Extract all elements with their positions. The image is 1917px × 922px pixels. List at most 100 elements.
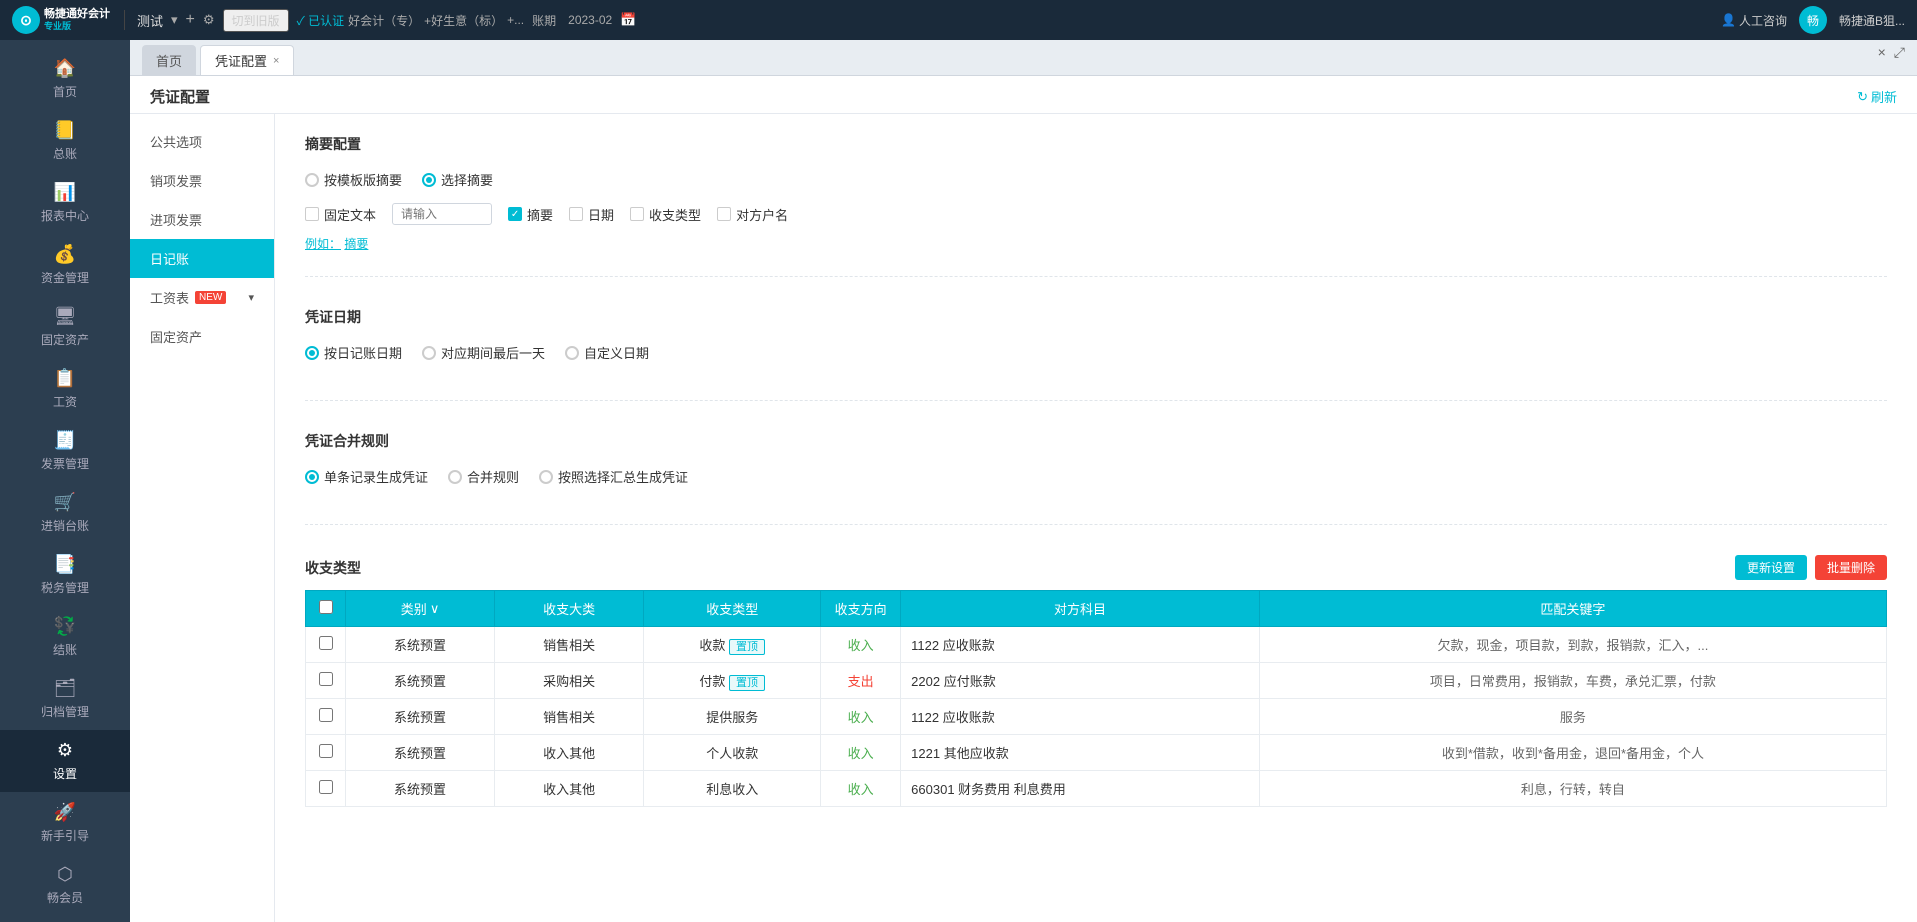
settings-sidebar-icon: ⚙ bbox=[57, 740, 73, 761]
sidebar-item-fund[interactable]: 💰 资金管理 bbox=[0, 234, 130, 296]
radio-single[interactable]: 单条记录生成凭证 bbox=[305, 467, 428, 486]
nav-label-public: 公共选项 bbox=[150, 132, 202, 151]
cell-category: 系统预置 bbox=[346, 699, 495, 735]
batch-delete-button[interactable]: 批量删除 bbox=[1815, 555, 1887, 580]
home-icon: 🏠 bbox=[54, 58, 76, 79]
page-title: 凭证配置 bbox=[150, 86, 210, 107]
tag-good-business: +好生意（标） bbox=[424, 12, 503, 29]
sidebar-item-vip[interactable]: ⬡ 畅会员 bbox=[0, 854, 130, 916]
cell-direction: 支出 bbox=[821, 663, 901, 699]
nav-label-payroll: 工资表 bbox=[150, 288, 189, 307]
sidebar-item-report[interactable]: 📊 报表中心 bbox=[0, 172, 130, 234]
cell-big-type: 收入其他 bbox=[495, 771, 644, 807]
nav-item-public[interactable]: 公共选项 bbox=[130, 122, 274, 161]
sidebar-item-archive[interactable]: 🗂 归档管理 bbox=[0, 668, 130, 730]
checkbox-type-label: 收支类型 bbox=[649, 205, 701, 224]
nav-item-payroll[interactable]: 工资表 NEW ▾ bbox=[130, 278, 274, 317]
consult-button[interactable]: 👤 人工咨询 bbox=[1721, 12, 1787, 29]
sidebar-label-archive: 归档管理 bbox=[41, 703, 89, 720]
radio-diary-date[interactable]: 按日记账日期 bbox=[305, 343, 402, 362]
sidebar-item-settle[interactable]: 💱 结账 bbox=[0, 606, 130, 668]
sidebar-label-report: 报表中心 bbox=[41, 207, 89, 224]
select-all-checkbox[interactable] bbox=[319, 600, 333, 614]
refresh-button[interactable]: ↻ 刷新 bbox=[1857, 87, 1897, 106]
checkbox-type[interactable]: 收支类型 bbox=[630, 205, 701, 224]
tab-home[interactable]: 首页 bbox=[142, 45, 196, 75]
preset-badge[interactable]: 置顶 bbox=[729, 675, 765, 691]
expand-icon: ▾ bbox=[248, 291, 254, 304]
row-checkbox-2[interactable] bbox=[319, 708, 333, 722]
radio-select-circle bbox=[422, 173, 436, 187]
sidebar-item-asset[interactable]: 🖥 固定资产 bbox=[0, 296, 130, 358]
date-title: 凭证日期 bbox=[305, 307, 1887, 327]
row-checkbox-3[interactable] bbox=[319, 744, 333, 758]
checkbox-date[interactable]: 日期 bbox=[569, 205, 614, 224]
sidebar-item-purchase[interactable]: 🛒 进销台账 bbox=[0, 482, 130, 544]
settle-icon: 💱 bbox=[54, 616, 76, 637]
sidebar-item-salary[interactable]: 📋 工资 bbox=[0, 358, 130, 420]
calendar-icon[interactable]: 📅 bbox=[620, 12, 636, 28]
checkbox-abstract[interactable]: 摘要 bbox=[508, 205, 553, 224]
preset-badge[interactable]: 置顶 bbox=[729, 639, 765, 655]
radio-select[interactable]: 选择摘要 bbox=[422, 170, 493, 189]
checkbox-abstract-box bbox=[508, 207, 522, 221]
nav-item-fixed[interactable]: 固定资产 bbox=[130, 317, 274, 356]
sidebar-item-home[interactable]: 🏠 首页 bbox=[0, 48, 130, 110]
settings-icon[interactable]: ⚙ bbox=[203, 12, 215, 28]
nav-item-purchase-inv[interactable]: 进项发票 bbox=[130, 200, 274, 239]
radio-custom-date-label: 自定义日期 bbox=[584, 343, 649, 362]
nav-item-sale[interactable]: 销项发票 bbox=[130, 161, 274, 200]
sidebar-label-vip: 畅会员 bbox=[47, 889, 83, 906]
radio-diary-date-label: 按日记账日期 bbox=[324, 343, 402, 362]
radio-template[interactable]: 按模板版摘要 bbox=[305, 170, 402, 189]
radio-custom-date[interactable]: 自定义日期 bbox=[565, 343, 649, 362]
sidebar-label-fund: 资金管理 bbox=[41, 269, 89, 286]
row-checkbox-1[interactable] bbox=[319, 672, 333, 686]
add-button[interactable]: + bbox=[186, 11, 195, 29]
radio-merge[interactable]: 合并规则 bbox=[448, 467, 519, 486]
sidebar-item-ledger[interactable]: 📒 总账 bbox=[0, 110, 130, 172]
checkbox-counterparty[interactable]: 对方户名 bbox=[717, 205, 788, 224]
old-version-button[interactable]: 切到旧版 bbox=[223, 9, 289, 32]
merge-title: 凭证合并规则 bbox=[305, 431, 1887, 451]
window-close-icon[interactable]: × bbox=[1878, 44, 1886, 61]
radio-summary[interactable]: 按照选择汇总生成凭证 bbox=[539, 467, 688, 486]
username[interactable]: 畅捷通B狙... bbox=[1839, 12, 1905, 29]
fixed-text-input[interactable] bbox=[392, 203, 492, 225]
cell-big-type: 销售相关 bbox=[495, 699, 644, 735]
sidebar-item-tax[interactable]: 📑 税务管理 bbox=[0, 544, 130, 606]
th-subject: 对方科目 bbox=[901, 591, 1260, 627]
asset-icon: 🖥 bbox=[54, 306, 77, 327]
purchase-icon: 🛒 bbox=[54, 492, 76, 513]
nav-label-diary: 日记账 bbox=[150, 249, 189, 268]
radio-summary-label: 按照选择汇总生成凭证 bbox=[558, 467, 688, 486]
cell-category: 系统预置 bbox=[346, 735, 495, 771]
main-content: 首页 凭证配置 × × ⤢ 凭证配置 ↻ 刷新 公共选项 销项发票 进项 bbox=[130, 40, 1917, 922]
sidebar-item-settings[interactable]: ⚙ 设置 bbox=[0, 730, 130, 792]
window-expand-icon[interactable]: ⤢ bbox=[1894, 44, 1905, 61]
checkbox-fixed-text[interactable]: 固定文本 bbox=[305, 205, 376, 224]
nav-item-diary[interactable]: 日记账 bbox=[130, 239, 274, 278]
row-checkbox-0[interactable] bbox=[319, 636, 333, 650]
sidebar-label-asset: 固定资产 bbox=[41, 331, 89, 348]
cell-big-type: 采购相关 bbox=[495, 663, 644, 699]
radio-period-last[interactable]: 对应期间最后一天 bbox=[422, 343, 545, 362]
row-checkbox-4[interactable] bbox=[319, 780, 333, 794]
table-row: 系统预置 销售相关 提供服务 收入 1122 应收账款 服务 bbox=[306, 699, 1887, 735]
sidebar-label-purchase: 进销台账 bbox=[41, 517, 89, 534]
company-chevron[interactable]: ▾ bbox=[171, 12, 178, 28]
checkbox-type-box bbox=[630, 207, 644, 221]
tab-close-icon[interactable]: × bbox=[273, 55, 279, 67]
tab-config[interactable]: 凭证配置 × bbox=[200, 45, 294, 75]
ledger-icon: 📒 bbox=[54, 120, 76, 141]
certified-tag: ✓ 已认证 bbox=[297, 12, 345, 29]
update-settings-button[interactable]: 更新设置 bbox=[1735, 555, 1807, 580]
cell-keywords: 项目，日常费用，报销款，车费，承兑汇票，付款 bbox=[1259, 663, 1886, 699]
consult-label: 人工咨询 bbox=[1739, 12, 1787, 29]
cell-subject: 2202 应付账款 bbox=[901, 663, 1260, 699]
radio-period-last-circle bbox=[422, 346, 436, 360]
sidebar-item-guide[interactable]: 🚀 新手引导 bbox=[0, 792, 130, 854]
sidebar-item-invoice[interactable]: 🧾 发票管理 bbox=[0, 420, 130, 482]
col-direction-label: 收支方向 bbox=[835, 602, 887, 617]
consult-icon: 👤 bbox=[1721, 13, 1736, 27]
